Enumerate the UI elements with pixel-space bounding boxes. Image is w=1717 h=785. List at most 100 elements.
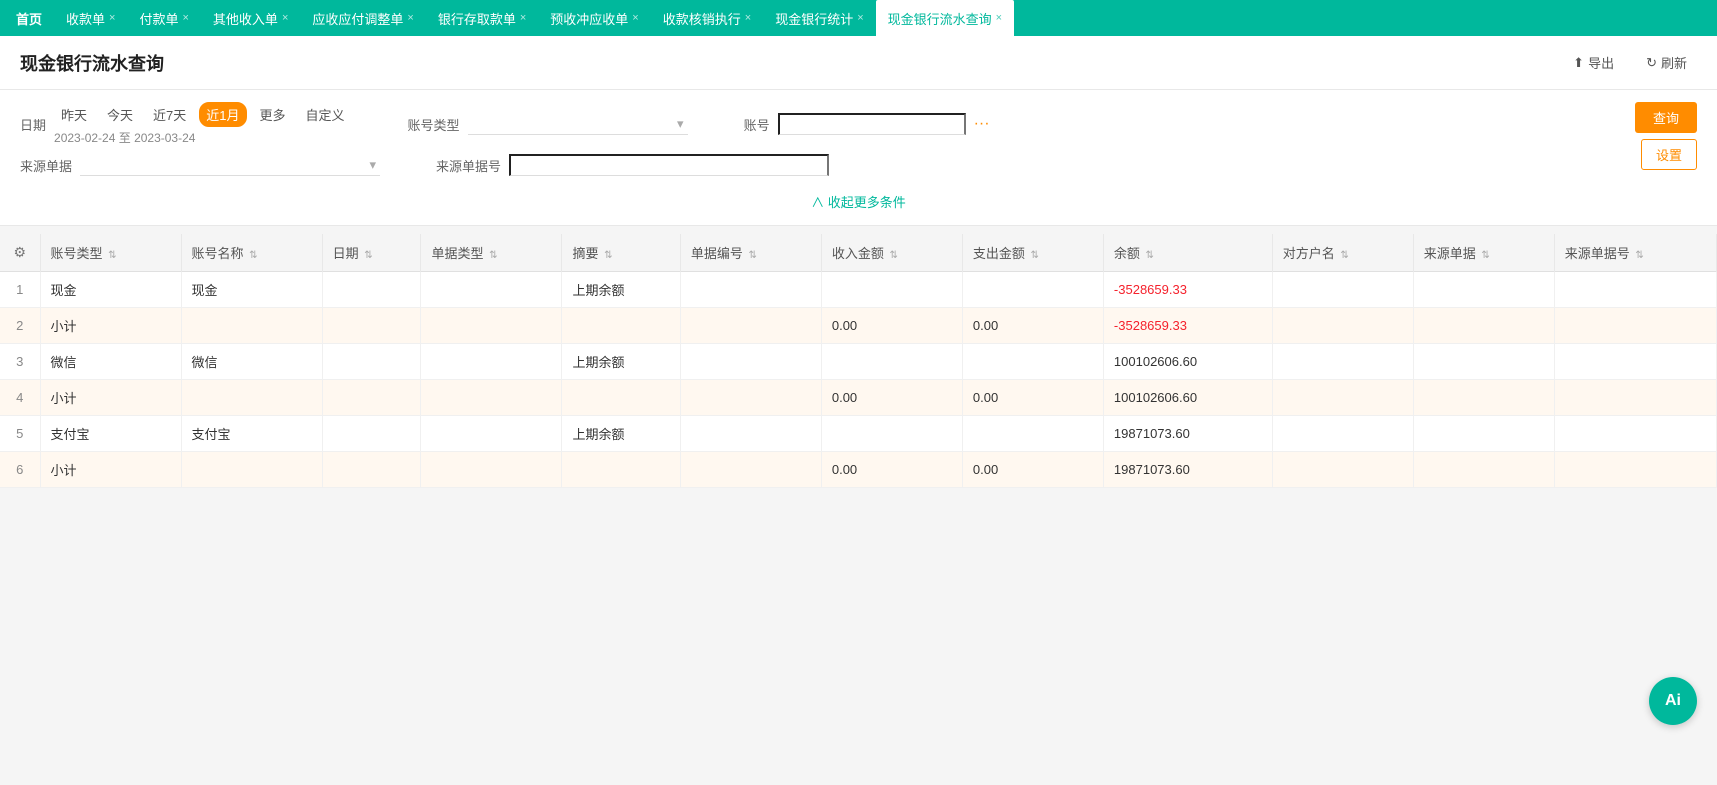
date-btn-custom[interactable]: 自定义 xyxy=(299,102,352,127)
row-no: 2 xyxy=(0,308,40,344)
sort-icon: ⇅ xyxy=(108,250,116,261)
row-source-doc-no xyxy=(1554,416,1716,452)
row-expense: 0.00 xyxy=(962,308,1103,344)
close-icon[interactable]: × xyxy=(182,12,188,24)
col-source-doc-no[interactable]: 来源单据号 ⇅ xyxy=(1554,234,1716,272)
nav-tab-ar-ap-adjust[interactable]: 应收应付调整单 × xyxy=(300,0,425,36)
col-doc-type[interactable]: 单据类型 ⇅ xyxy=(421,234,562,272)
collapse-bar[interactable]: ∧ 收起更多条件 xyxy=(20,186,1697,213)
nav-tab-other-income[interactable]: 其他收入单 × xyxy=(201,0,300,36)
date-btn-yesterday[interactable]: 昨天 xyxy=(54,102,94,127)
close-icon[interactable]: × xyxy=(996,12,1002,24)
row-date xyxy=(322,416,421,452)
row-summary xyxy=(562,380,680,416)
col-expense[interactable]: 支出金额 ⇅ xyxy=(962,234,1103,272)
row-source-doc-no xyxy=(1554,380,1716,416)
date-shortcuts: 昨天 今天 近7天 近1月 更多 自定义 xyxy=(54,102,352,127)
sort-icon: ⇅ xyxy=(1031,250,1039,261)
col-income[interactable]: 收入金额 ⇅ xyxy=(821,234,962,272)
close-icon[interactable]: × xyxy=(407,12,413,24)
row-account-type: 支付宝 xyxy=(40,416,181,452)
table-settings-col[interactable]: ⚙ xyxy=(0,234,40,272)
table-row: 1 现金 现金 上期余额 -3528659.33 xyxy=(0,272,1717,308)
filter-left: 日期 昨天 今天 近7天 近1月 更多 自定义 2023-02-24 至 202… xyxy=(20,102,1635,186)
row-counterparty xyxy=(1272,308,1413,344)
date-btn-more[interactable]: 更多 xyxy=(253,102,293,127)
filter-area: 日期 昨天 今天 近7天 近1月 更多 自定义 2023-02-24 至 202… xyxy=(0,90,1717,226)
row-no: 3 xyxy=(0,344,40,380)
settings-button[interactable]: 设置 xyxy=(1641,139,1697,170)
nav-tab-home[interactable]: 首页 xyxy=(4,0,54,36)
row-doc-type xyxy=(421,416,562,452)
date-range: 2023-02-24 至 2023-03-24 xyxy=(54,129,352,146)
col-doc-no[interactable]: 单据编号 ⇅ xyxy=(680,234,821,272)
gear-icon[interactable]: ⚙ xyxy=(13,244,26,260)
filter-row-2: 来源单据 ▾ 来源单据号 xyxy=(20,154,1635,176)
nav-tab-cash-flow[interactable]: 现金银行流水查询 × xyxy=(876,0,1014,36)
table-row: 2 小计 0.00 0.00 -3528659.33 xyxy=(0,308,1717,344)
col-summary[interactable]: 摘要 ⇅ xyxy=(562,234,680,272)
row-expense xyxy=(962,272,1103,308)
date-btn-7days[interactable]: 近7天 xyxy=(146,102,193,127)
row-doc-no xyxy=(680,416,821,452)
close-icon[interactable]: × xyxy=(632,12,638,24)
row-counterparty xyxy=(1272,380,1413,416)
row-date xyxy=(322,380,421,416)
date-label: 日期 xyxy=(20,115,46,134)
nav-tab-receipt[interactable]: 收款单 × xyxy=(54,0,127,36)
close-icon[interactable]: × xyxy=(857,12,863,24)
filter-main-row: 日期 昨天 今天 近7天 近1月 更多 自定义 2023-02-24 至 202… xyxy=(20,102,1697,186)
row-source-doc-no xyxy=(1554,344,1716,380)
account-input[interactable] xyxy=(778,113,966,135)
row-account-name xyxy=(181,452,322,488)
row-account-type: 小计 xyxy=(40,308,181,344)
row-expense: 0.00 xyxy=(962,452,1103,488)
row-income xyxy=(821,344,962,380)
nav-tab-verify[interactable]: 收款核销执行 × xyxy=(651,0,763,36)
row-doc-no xyxy=(680,272,821,308)
refresh-button[interactable]: ↻ 刷新 xyxy=(1636,48,1697,77)
row-doc-no xyxy=(680,380,821,416)
row-expense xyxy=(962,416,1103,452)
row-source-doc xyxy=(1413,308,1554,344)
row-doc-type xyxy=(421,308,562,344)
export-button[interactable]: ⬆ 导出 xyxy=(1563,48,1624,77)
col-date[interactable]: 日期 ⇅ xyxy=(322,234,421,272)
sort-icon: ⇅ xyxy=(1635,250,1643,261)
source-doc-select[interactable]: ▾ xyxy=(80,155,380,176)
col-source-doc[interactable]: 来源单据 ⇅ xyxy=(1413,234,1554,272)
row-account-type: 现金 xyxy=(40,272,181,308)
page-header: 现金银行流水查询 ⬆ 导出 ↻ 刷新 xyxy=(0,36,1717,90)
close-icon[interactable]: × xyxy=(109,12,115,24)
filter-group-source-doc-no: 来源单据号 xyxy=(436,154,829,176)
nav-tab-bank-deposit[interactable]: 银行存取款单 × xyxy=(426,0,538,36)
account-ellipsis-button[interactable]: ··· xyxy=(970,115,994,133)
date-btn-today[interactable]: 今天 xyxy=(100,102,140,127)
row-source-doc xyxy=(1413,380,1554,416)
account-type-select[interactable]: ▾ xyxy=(468,114,688,135)
row-balance: -3528659.33 xyxy=(1103,272,1272,308)
row-summary: 上期余额 xyxy=(562,272,680,308)
source-doc-no-input[interactable] xyxy=(509,154,829,176)
close-icon[interactable]: × xyxy=(520,12,526,24)
col-counterparty[interactable]: 对方户名 ⇅ xyxy=(1272,234,1413,272)
close-icon[interactable]: × xyxy=(282,12,288,24)
nav-tab-cash-stat[interactable]: 现金银行统计 × xyxy=(763,0,875,36)
row-doc-type xyxy=(421,344,562,380)
row-no: 4 xyxy=(0,380,40,416)
ai-badge[interactable]: Ai xyxy=(1649,677,1697,725)
nav-tab-payment[interactable]: 付款单 × xyxy=(127,0,200,36)
row-date xyxy=(322,272,421,308)
row-doc-no xyxy=(680,344,821,380)
query-button[interactable]: 查询 xyxy=(1635,102,1697,133)
date-btn-1month[interactable]: 近1月 xyxy=(199,102,246,127)
table-row: 6 小计 0.00 0.00 19871073.60 xyxy=(0,452,1717,488)
col-balance[interactable]: 余额 ⇅ xyxy=(1103,234,1272,272)
row-date xyxy=(322,344,421,380)
col-account-name[interactable]: 账号名称 ⇅ xyxy=(181,234,322,272)
nav-tab-prepaid[interactable]: 预收冲应收单 × xyxy=(538,0,650,36)
col-account-type[interactable]: 账号类型 ⇅ xyxy=(40,234,181,272)
export-icon: ⬆ xyxy=(1573,55,1584,71)
row-income: 0.00 xyxy=(821,308,962,344)
close-icon[interactable]: × xyxy=(745,12,751,24)
